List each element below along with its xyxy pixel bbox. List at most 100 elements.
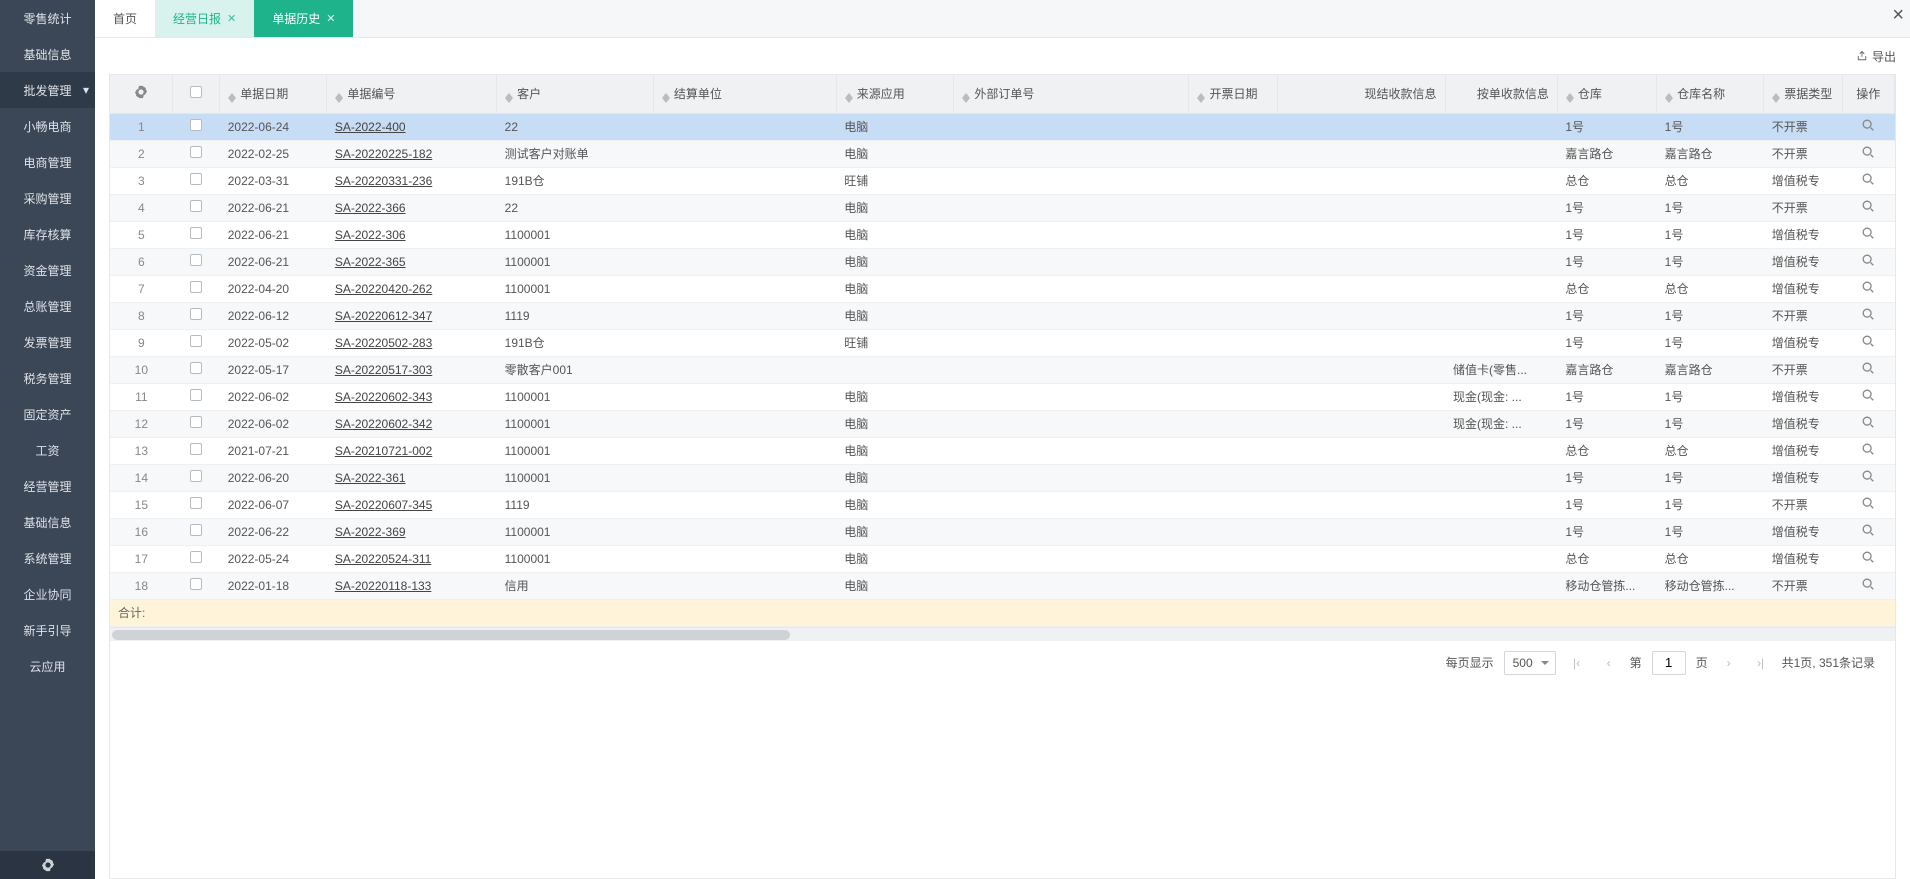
doc-no-link[interactable]: SA-20220118-133	[335, 579, 432, 593]
doc-no-link[interactable]: SA-20220607-345	[335, 498, 432, 512]
view-icon[interactable]	[1861, 118, 1875, 132]
col-date[interactable]: 单据日期	[220, 75, 327, 113]
table-row[interactable]: 172022-05-24SA-20220524-3111100001电脑总仓总仓…	[110, 545, 1895, 572]
sidebar-item[interactable]: 企业协同	[0, 576, 95, 612]
gear-icon[interactable]	[134, 85, 148, 99]
sidebar-item[interactable]: 批发管理▾	[0, 72, 95, 108]
row-checkbox[interactable]	[190, 443, 202, 455]
view-icon[interactable]	[1861, 496, 1875, 510]
table-row[interactable]: 62022-06-21SA-2022-3651100001电脑1号1号增值税专	[110, 248, 1895, 275]
table-row[interactable]: 92022-05-02SA-20220502-283191B仓旺铺1号1号增值税…	[110, 329, 1895, 356]
row-checkbox[interactable]	[190, 362, 202, 374]
first-page-button[interactable]: |‹	[1566, 652, 1588, 674]
doc-no-link[interactable]: SA-2022-306	[335, 228, 406, 242]
doc-no-link[interactable]: SA-20220612-347	[335, 309, 432, 323]
tab-document-history[interactable]: 单据历史 ✕	[254, 0, 353, 37]
doc-no-link[interactable]: SA-20220602-342	[335, 417, 432, 431]
sidebar-item[interactable]: 电商管理	[0, 144, 95, 180]
row-checkbox[interactable]	[190, 416, 202, 428]
doc-no-link[interactable]: SA-2022-369	[335, 525, 406, 539]
table-row[interactable]: 122022-06-02SA-20220602-3421100001电脑现金(现…	[110, 410, 1895, 437]
view-icon[interactable]	[1861, 226, 1875, 240]
view-icon[interactable]	[1861, 415, 1875, 429]
col-ext[interactable]: 外部订单号	[954, 75, 1189, 113]
view-icon[interactable]	[1861, 361, 1875, 375]
table-row[interactable]: 112022-06-02SA-20220602-3431100001电脑现金(现…	[110, 383, 1895, 410]
doc-no-link[interactable]: SA-20220502-283	[335, 336, 432, 350]
row-checkbox[interactable]	[190, 227, 202, 239]
doc-no-link[interactable]: SA-20220331-236	[335, 174, 432, 188]
sidebar-item[interactable]: 云应用	[0, 648, 95, 684]
sidebar-item[interactable]: 采购管理	[0, 180, 95, 216]
doc-no-link[interactable]: SA-2022-366	[335, 201, 406, 215]
view-icon[interactable]	[1861, 388, 1875, 402]
view-icon[interactable]	[1861, 307, 1875, 321]
page-input[interactable]	[1652, 651, 1686, 675]
doc-no-link[interactable]: SA-20220602-343	[335, 390, 432, 404]
table-row[interactable]: 12022-06-24SA-2022-40022电脑1号1号不开票	[110, 113, 1895, 140]
sidebar-item[interactable]: 总账管理	[0, 288, 95, 324]
view-icon[interactable]	[1861, 523, 1875, 537]
view-icon[interactable]	[1861, 172, 1875, 186]
row-checkbox[interactable]	[190, 119, 202, 131]
page-size-select[interactable]: 500	[1504, 651, 1556, 675]
row-checkbox[interactable]	[190, 389, 202, 401]
sidebar-item[interactable]: 经营管理	[0, 468, 95, 504]
tab-daily-report[interactable]: 经营日报 ✕	[155, 0, 254, 37]
sidebar-item[interactable]: 基础信息	[0, 504, 95, 540]
table-row[interactable]: 22022-02-25SA-20220225-182测试客户对账单电脑嘉言路仓嘉…	[110, 140, 1895, 167]
view-icon[interactable]	[1861, 577, 1875, 591]
table-row[interactable]: 82022-06-12SA-20220612-3471119电脑1号1号不开票	[110, 302, 1895, 329]
row-checkbox[interactable]	[190, 470, 202, 482]
row-checkbox[interactable]	[190, 146, 202, 158]
col-tax[interactable]: 票据类型	[1764, 75, 1842, 113]
doc-no-link[interactable]: SA-20220517-303	[335, 363, 432, 377]
col-wh[interactable]: 仓库	[1557, 75, 1656, 113]
row-checkbox[interactable]	[190, 173, 202, 185]
col-customer[interactable]: 客户	[497, 75, 654, 113]
row-checkbox[interactable]	[190, 497, 202, 509]
table-row[interactable]: 152022-06-07SA-20220607-3451119电脑1号1号不开票	[110, 491, 1895, 518]
col-inv-date[interactable]: 开票日期	[1189, 75, 1278, 113]
row-checkbox[interactable]	[190, 578, 202, 590]
sidebar-item[interactable]: 库存核算	[0, 216, 95, 252]
view-icon[interactable]	[1861, 145, 1875, 159]
view-icon[interactable]	[1861, 280, 1875, 294]
doc-no-link[interactable]: SA-20210721-002	[335, 444, 432, 458]
table-row[interactable]: 132021-07-21SA-20210721-0021100001电脑总仓总仓…	[110, 437, 1895, 464]
view-icon[interactable]	[1861, 442, 1875, 456]
view-icon[interactable]	[1861, 550, 1875, 564]
sidebar-item[interactable]: 零售统计	[0, 0, 95, 36]
sidebar-item[interactable]: 新手引导	[0, 612, 95, 648]
horizontal-scrollbar[interactable]	[110, 627, 1895, 641]
view-icon[interactable]	[1861, 469, 1875, 483]
sidebar-settings-button[interactable]	[0, 851, 95, 879]
sidebar-item[interactable]: 小畅电商	[0, 108, 95, 144]
sidebar-item[interactable]: 固定资产	[0, 396, 95, 432]
sidebar-item[interactable]: 资金管理	[0, 252, 95, 288]
prev-page-button[interactable]: ‹	[1598, 652, 1620, 674]
table-row[interactable]: 102022-05-17SA-20220517-303零散客户001储值卡(零售…	[110, 356, 1895, 383]
row-checkbox[interactable]	[190, 281, 202, 293]
row-checkbox[interactable]	[190, 524, 202, 536]
table-row[interactable]: 162022-06-22SA-2022-3691100001电脑1号1号增值税专	[110, 518, 1895, 545]
sidebar-item[interactable]: 工资	[0, 432, 95, 468]
row-checkbox[interactable]	[190, 308, 202, 320]
tab-home[interactable]: 首页	[95, 0, 155, 37]
doc-no-link[interactable]: SA-20220524-311	[335, 552, 432, 566]
col-cash[interactable]: 现结收款信息	[1278, 75, 1445, 113]
doc-no-link[interactable]: SA-2022-361	[335, 471, 406, 485]
view-icon[interactable]	[1861, 199, 1875, 213]
view-icon[interactable]	[1861, 334, 1875, 348]
sidebar-item[interactable]: 税务管理	[0, 360, 95, 396]
last-page-button[interactable]: ›|	[1750, 652, 1772, 674]
table-row[interactable]: 32022-03-31SA-20220331-236191B仓旺铺总仓总仓增值税…	[110, 167, 1895, 194]
table-row[interactable]: 52022-06-21SA-2022-3061100001电脑1号1号增值税专	[110, 221, 1895, 248]
doc-no-link[interactable]: SA-20220225-182	[335, 147, 432, 161]
col-bill[interactable]: 按单收款信息	[1445, 75, 1557, 113]
view-icon[interactable]	[1861, 253, 1875, 267]
sidebar-item[interactable]: 基础信息	[0, 36, 95, 72]
next-page-button[interactable]: ›	[1718, 652, 1740, 674]
table-row[interactable]: 42022-06-21SA-2022-36622电脑1号1号不开票	[110, 194, 1895, 221]
select-all-checkbox[interactable]	[190, 86, 202, 98]
